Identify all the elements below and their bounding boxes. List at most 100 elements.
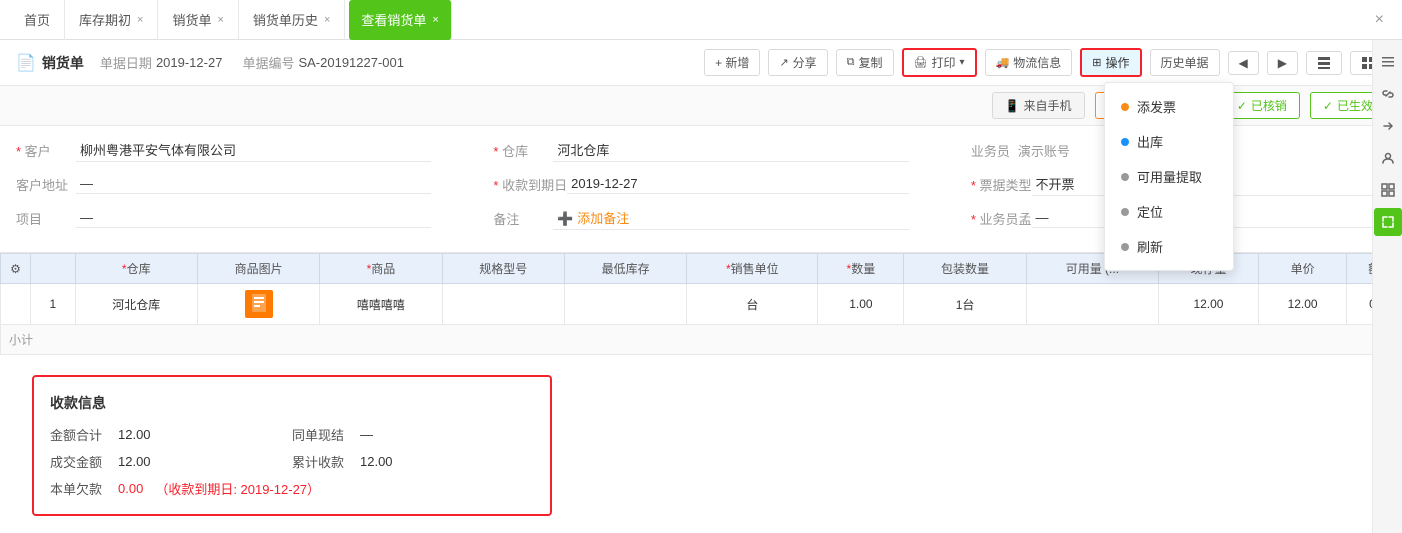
dot-icon [1121, 103, 1129, 111]
op-locate[interactable]: 定位 [1105, 194, 1233, 229]
cell-image [197, 284, 319, 325]
address-label: 客户地址 [16, 175, 76, 194]
cell-min-stock [564, 284, 686, 325]
note-field: 备注 ➕ 添加备注 [493, 206, 908, 230]
op-refresh[interactable]: 刷新 [1105, 229, 1233, 264]
summary-title: 收款信息 [50, 393, 534, 413]
total-value: 12.00 [118, 427, 151, 442]
prev-button[interactable]: ◀ [1228, 51, 1259, 75]
cell-quantity: 1.00 [818, 284, 904, 325]
col-image: 商品图片 [197, 254, 319, 284]
copy-button[interactable]: ⧉ 复制 [836, 49, 894, 76]
customer-label: 客户 [16, 141, 76, 160]
col-spec: 规格型号 [442, 254, 564, 284]
transaction-value: 12.00 [118, 454, 151, 469]
dot-icon [1121, 243, 1129, 251]
tab-sales-order[interactable]: 销货单 × [158, 0, 238, 40]
share-button[interactable]: ↗ 分享 [768, 49, 827, 76]
col-sales-unit: *销售单位 [687, 254, 818, 284]
staff-label: 业务员 [971, 141, 1010, 160]
product-image [245, 290, 273, 318]
dot-icon [1121, 173, 1129, 181]
project-value: — [76, 208, 431, 228]
sidebar-icon-1[interactable] [1374, 48, 1402, 76]
col-min-stock: 最低库存 [564, 254, 686, 284]
op-add-invoice[interactable]: 添发票 [1105, 89, 1233, 124]
cell-current-stock: 12.00 [1159, 284, 1259, 325]
sidebar-icon-grid[interactable] [1374, 176, 1402, 204]
print-button[interactable]: 🖨 打印 ▾ [902, 48, 977, 77]
project-label: 项目 [16, 209, 76, 228]
number-value: SA-20191227-001 [298, 55, 404, 70]
window-close-button[interactable]: × [1367, 11, 1392, 29]
new-button[interactable]: + 新增 [704, 49, 760, 76]
tab-sales-history-close[interactable]: × [324, 14, 330, 26]
same-order-row: 同单现结 — [292, 425, 534, 444]
next-button[interactable]: ▶ [1267, 51, 1298, 75]
cell-spec [442, 284, 564, 325]
tab-bar: 首页 库存期初 × 销货单 × 销货单历史 × 查看销货单 × × [0, 0, 1402, 40]
sidebar-icon-user[interactable] [1374, 144, 1402, 172]
cumulative-label: 累计收款 [292, 452, 352, 471]
sold-button[interactable]: ✓ 已核销 [1224, 92, 1300, 119]
dot-icon [1121, 138, 1129, 146]
due-row: 本单欠款 0.00 （收款到期日: 2019-12-27） [50, 479, 534, 498]
from-phone-button[interactable]: 📱 来自手机 [992, 92, 1085, 119]
col-unit-price: 单价 [1258, 254, 1347, 284]
col-warehouse: *仓库 [75, 254, 197, 284]
table-row: 1 河北仓库 [1, 284, 1402, 325]
dot-icon [1121, 208, 1129, 216]
sidebar-icon-return[interactable] [1374, 112, 1402, 140]
due-label: 本单欠款 [50, 479, 110, 498]
transaction-row: 成交金额 12.00 [50, 452, 292, 471]
col-product: *商品 [320, 254, 442, 284]
subtotal-label: 小计 [1, 325, 1402, 355]
cell-available [1026, 284, 1158, 325]
tab-home[interactable]: 首页 [10, 0, 65, 40]
sidebar-icon-link[interactable] [1374, 80, 1402, 108]
tab-inventory-init[interactable]: 库存期初 × [65, 0, 158, 40]
cell-unit-price: 12.00 [1258, 284, 1347, 325]
address-value: — [76, 174, 431, 194]
project-field: 项目 — [16, 208, 431, 228]
cell-product: 嘻嘻嘻嘻 [320, 284, 442, 325]
same-order-label: 同单现结 [292, 425, 352, 444]
right-sidebar [1372, 40, 1402, 533]
customer-field: 客户 柳州粤港平安气体有限公司 [16, 138, 431, 162]
due-suffix: （收款到期日: 2019-12-27） [155, 479, 320, 498]
cell-warehouse: 河北仓库 [75, 284, 197, 325]
note-add-btn[interactable]: ➕ 添加备注 [553, 206, 908, 230]
date-value: 2019-12-27 [156, 55, 223, 70]
history-button[interactable]: 历史单据 [1150, 49, 1220, 76]
logistics-button[interactable]: 🚚 物流信息 [985, 49, 1073, 76]
number-label: 单据编号 [242, 53, 294, 72]
tab-view-sales-close[interactable]: × [432, 14, 438, 26]
ticket-type-label: 票据类型 [971, 175, 1032, 194]
operations-button[interactable]: ⊞ 操作 [1080, 48, 1141, 77]
warehouse-label: 仓库 [493, 141, 553, 160]
note-label: 备注 [493, 209, 553, 228]
cell-seq: 1 [31, 284, 76, 325]
op-outbound[interactable]: 出库 [1105, 124, 1233, 159]
tab-view-sales[interactable]: 查看销货单 × [349, 0, 451, 40]
transaction-label: 成交金额 [50, 452, 110, 471]
doc-meta: 单据日期 2019-12-27 单据编号 SA-20191227-001 [100, 53, 404, 72]
sidebar-icon-expand[interactable] [1374, 208, 1402, 236]
doc-icon: 📄 [16, 53, 36, 73]
tab-inventory-init-close[interactable]: × [137, 14, 143, 26]
view1-button[interactable] [1306, 51, 1342, 75]
doc-header: 📄 销货单 单据日期 2019-12-27 单据编号 SA-20191227-0… [0, 40, 1402, 86]
op-available-qty[interactable]: 可用量提取 [1105, 159, 1233, 194]
cumulative-row: 累计收款 12.00 [292, 452, 534, 471]
tab-sales-history[interactable]: 销货单历史 × [239, 0, 345, 40]
warehouse-field: 仓库 河北仓库 [493, 138, 908, 162]
subtotal-row: 小计 [1, 325, 1402, 355]
operations-dropdown: 添发票 出库 可用量提取 定位 刷新 [1104, 82, 1234, 271]
summary-grid: 金额合计 12.00 同单现结 — 成交金额 12.00 [50, 425, 534, 498]
payment-date-field: 收款到期日 2019-12-27 [493, 174, 908, 194]
toolbar: + 新增 ↗ 分享 ⧉ 复制 🖨 打印 ▾ 🚚 物流信息 [704, 48, 1386, 77]
tab-sales-order-close[interactable]: × [217, 14, 223, 26]
cell-gear [1, 284, 31, 325]
payment-date-value: 2019-12-27 [567, 174, 908, 194]
date-label: 单据日期 [100, 53, 152, 72]
